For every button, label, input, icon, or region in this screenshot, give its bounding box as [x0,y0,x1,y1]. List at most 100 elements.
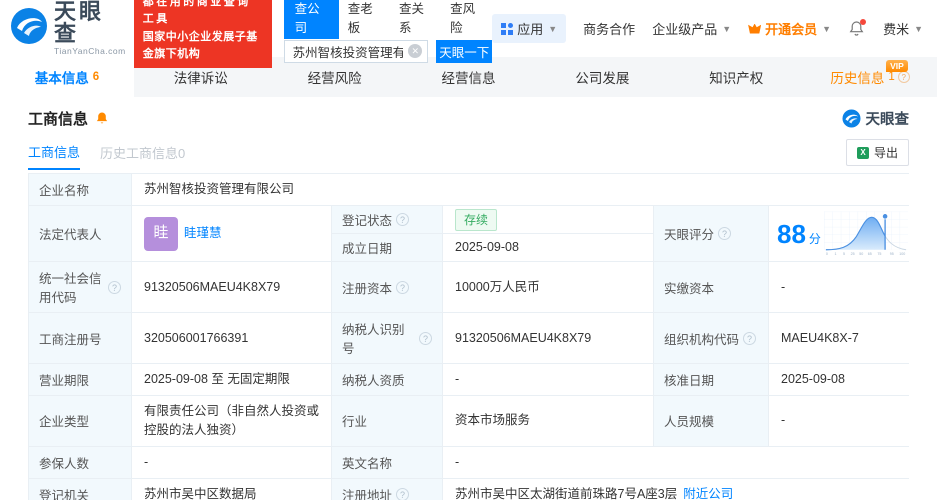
tab-company-development[interactable]: 公司发展 [535,57,669,97]
chevron-down-icon: ▼ [822,23,832,34]
insured-count-label: 参保人数 [29,446,131,478]
promo-slogan-line1: 都在用的商业查询工具 [142,0,251,26]
tab-history-count: 1 [888,71,895,83]
search-tab-risk[interactable]: 查风险 [441,0,492,39]
staff-size-label: 人员规模 [654,396,768,446]
industry-label: 行业 [332,396,442,446]
credit-code-label: 统一社会信用代码 ? [29,262,131,312]
tab-ip-label: 知识产权 [709,71,764,86]
status-badge: 存续 [455,208,498,231]
tianyancha-company-page: 天眼查 TianYanCha.com 都在用的商业查询工具 国家中小企业发展子基… [0,0,937,500]
tab-operation-risk[interactable]: 经营风险 [268,57,402,97]
menu-open-vip[interactable]: 开通会员 ▼ [748,19,831,38]
tab-history-label: 历史信息 [830,71,885,86]
svg-text:0: 0 [826,252,828,256]
watermark-text: 天眼查 [865,111,910,128]
clear-search-icon[interactable]: ✕ [408,43,423,58]
taxpayer-id-label-text: 纳税人识别号 [342,323,405,356]
taxpayer-id-value: 91320506MAEU4K8X79 [443,313,653,363]
subscribe-bell-icon[interactable] [95,111,109,126]
search-tab-boss[interactable]: 查老板 [339,0,390,39]
legal-rep-value: 眭 眭瑾慧 [132,206,331,261]
help-icon[interactable]: ? [718,227,732,240]
tab-basic-info-count: 6 [92,71,100,83]
tab-legal-litigation[interactable]: 法律诉讼 [134,57,268,97]
help-icon[interactable]: ? [396,213,410,226]
help-icon[interactable]: ? [396,487,410,500]
paid-capital-label: 实缴资本 [654,262,768,312]
reg-authority-value: 苏州市吴中区数据局 [132,478,331,500]
paid-capital-value: - [769,262,910,312]
establish-date-label: 成立日期 [332,234,442,261]
credit-code-value: 91320506MAEU4K8X79 [132,262,331,312]
help-icon[interactable]: ? [108,280,121,294]
org-code-label-text: 组织机构代码 [664,332,740,347]
table-row: 登记机关 苏州市吴中区数据局 注册地址 ? 苏州市吴中区太湖街道前珠路7号A座3… [29,478,910,500]
brand-domain: TianYanCha.com [54,46,126,57]
taxpayer-id-label: 纳税人识别号 ? [332,313,442,363]
search-tab-relation[interactable]: 查关系 [390,0,441,39]
reg-address-text: 苏州市吴中区太湖街道前珠路7号A座3层 [455,486,678,500]
company-type-value: 有限责任公司（非自然人投资或控股的法人独资） [132,396,331,446]
tab-legal-label: 法律诉讼 [173,71,228,86]
menu-business-label: 商务合作 [583,22,636,37]
business-term-value: 2025-09-08 至 无固定期限 [132,364,331,395]
reg-number-value: 320506001766391 [132,313,331,363]
company-nav-tabs: 基本信息 6 法律诉讼 经营风险 经营信息 公司发展 知识产权 VIP 历史信息… [0,57,937,97]
notifications-bell[interactable] [848,18,867,38]
score-unit: 分 [808,232,821,246]
menu-enterprise-products[interactable]: 企业级产品 ▼ [652,19,731,38]
help-icon[interactable]: ? [396,280,410,294]
tab-basic-info-label: 基本信息 [34,71,89,86]
svg-text:75: 75 [877,252,881,256]
reg-status-value: 存续 [443,206,653,233]
user-menu[interactable]: 费米 ▼ [883,19,923,38]
menu-enterprise-label: 企业级产品 [652,22,718,37]
tab-intellectual-property[interactable]: 知识产权 [669,57,803,97]
menu-apps-label: 应用 [517,22,544,37]
approval-date-value: 2025-09-08 [769,364,910,395]
approval-date-label: 核准日期 [654,364,768,395]
tab-operation-info[interactable]: 经营信息 [402,57,536,97]
tianyancha-logo[interactable]: 天眼查 TianYanCha.com [10,1,126,56]
company-name-value: 苏州智核投资管理有限公司 [132,174,910,205]
tianyan-score-value: 88 分 0 1 5 25 50 65 75 95 100 [769,206,910,261]
org-code-label: 组织机构代码 ? [654,313,768,363]
nearby-companies-link[interactable]: 附近公司 [683,485,733,500]
org-code-value: MAEU4K8X-7 [769,313,910,363]
help-icon[interactable]: ? [419,331,432,345]
search-tab-company[interactable]: 查公司 [283,0,339,39]
user-name: 费米 [883,22,910,37]
help-icon[interactable]: ? [743,331,757,345]
reg-authority-label: 登记机关 [29,478,131,500]
top-header: 天眼查 TianYanCha.com 都在用的商业查询工具 国家中小企业发展子基… [0,0,937,68]
table-row: 工商注册号 320506001766391 纳税人识别号 ? 91320506M… [29,313,910,363]
reg-capital-label: 注册资本 ? [332,262,442,312]
chevron-down-icon: ▼ [548,23,558,34]
english-name-value: - [443,446,910,478]
english-name-label: 英文名称 [332,446,442,478]
reg-address-label: 注册地址 ? [332,478,442,500]
business-info-table: 企业名称 苏州智核投资管理有限公司 法定代表人 眭 眭瑾慧 登记状态 ? 存续 [28,173,910,500]
legal-rep-label: 法定代表人 [29,206,131,261]
business-info-card: 工商信息 天眼查 工商信息 历史工商信息0 X 导出 企业名称 苏州智核投资管理… [0,100,937,500]
watermark-logo: 天眼查 [842,108,910,129]
legal-rep-name-link[interactable]: 眭瑾慧 [184,224,222,243]
subtab-business-info[interactable]: 工商信息 [28,142,81,170]
tab-basic-info[interactable]: 基本信息 6 [0,57,134,97]
search-tabs: 查公司 查老板 查关系 查风险 [283,0,493,39]
table-row: 企业类型 有限责任公司（非自然人投资或控股的法人独资） 行业 资本市场服务 人员… [29,396,910,446]
header-menu: 应用 ▼ 商务合作 企业级产品 ▼ 开通会员 ▼ 费米 ▼ [492,14,923,43]
help-icon[interactable]: ? [897,71,910,83]
section-title: 工商信息 [28,110,89,128]
reg-number-label: 工商注册号 [29,313,131,363]
notification-dot [860,18,867,25]
chevron-down-icon: ▼ [914,23,923,34]
tab-history-info[interactable]: VIP 历史信息 1 ? [803,57,937,97]
subtab-history-business-info[interactable]: 历史工商信息0 [100,143,185,162]
taxpayer-quality-label: 纳税人资质 [332,364,442,395]
menu-apps[interactable]: 应用 ▼ [492,14,567,43]
export-button[interactable]: X 导出 [845,139,909,166]
menu-business-cooperation[interactable]: 商务合作 [583,19,635,38]
company-type-label: 企业类型 [29,396,131,446]
